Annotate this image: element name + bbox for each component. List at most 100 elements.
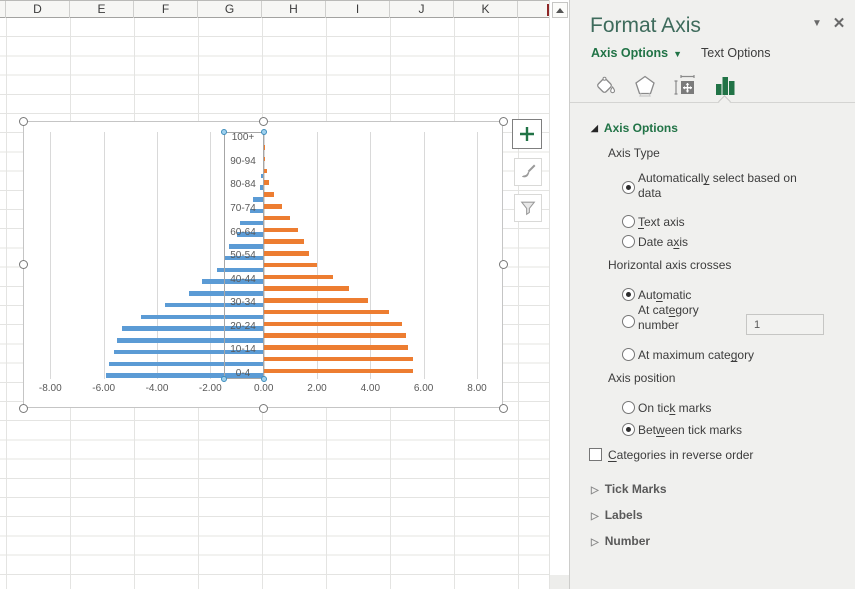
section-axis-options[interactable]: ◢ Axis Options (591, 121, 678, 135)
chart-elements-button[interactable] (512, 119, 542, 149)
chart-filters-funnel-icon (520, 201, 536, 216)
chart-selection-handle[interactable] (18, 260, 28, 269)
radio-at-category-number[interactable] (622, 315, 635, 328)
close-icon[interactable]: ✕ (830, 14, 848, 32)
column-header-J[interactable]: J (390, 1, 454, 18)
column-header-K[interactable]: K (454, 1, 518, 18)
radio-date-axis[interactable] (622, 235, 635, 248)
collapse-caret-icon[interactable]: ▼ (808, 18, 826, 34)
axis-position-label: Axis position (608, 371, 676, 385)
chart-selection-handle[interactable] (258, 116, 268, 126)
radio-auto-select-label: Automatically select based on data (638, 171, 797, 200)
column-header-D[interactable]: D (6, 1, 70, 18)
section-number[interactable]: ▷ Number (591, 534, 650, 548)
bar-series-orange[interactable] (263, 239, 304, 244)
chart-styles-button[interactable] (514, 158, 542, 186)
paint-bucket-icon (597, 76, 616, 94)
chart-selection-handle[interactable] (498, 260, 508, 269)
category-axis-label: 60-64 (230, 226, 256, 238)
bar-series-orange[interactable] (263, 168, 268, 174)
bar-series-orange[interactable] (263, 262, 317, 268)
category-axis-label: 20-24 (230, 320, 256, 332)
bar-series-orange[interactable] (263, 368, 413, 374)
collapsed-triangle-icon[interactable]: ▷ (591, 485, 599, 496)
bar-series-orange[interactable] (263, 356, 413, 362)
format-axis-pane: Format Axis ▼ ✕ Axis Options ▼ Text Optio… (569, 0, 855, 589)
bar-series-orange[interactable] (263, 192, 275, 197)
section-labels[interactable]: ▷ Labels (591, 508, 643, 522)
chart-selection-handle[interactable] (258, 403, 268, 413)
pane-title: Format Axis (590, 14, 701, 37)
category-axis-label: 70-74 (230, 203, 256, 214)
chevron-down-icon[interactable]: ▼ (673, 49, 682, 59)
chart-gridline (423, 132, 425, 379)
bar-series-orange[interactable] (263, 274, 333, 279)
effects-icon[interactable] (629, 70, 661, 102)
category-axis-label: 30-34 (230, 297, 256, 308)
vertical-scrollbar[interactable] (549, 0, 570, 589)
chart-selection-handle[interactable] (498, 116, 508, 126)
value-axis-label: -8.00 (38, 383, 62, 394)
chart-selection-handle[interactable] (498, 403, 508, 413)
chart-selection-handle[interactable] (18, 116, 28, 126)
chart-gridline (317, 132, 318, 379)
collapsed-triangle-icon[interactable]: ▷ (591, 537, 599, 548)
excel-window: DEFGHIJK -8.00 -6.00 -4.00 -2.00 0.00 2.00 4.0… (0, 0, 855, 589)
size-properties-icon[interactable] (669, 70, 701, 102)
chart-gridline (477, 132, 478, 379)
bar-series-orange[interactable] (263, 333, 407, 338)
bar-series-orange[interactable] (263, 251, 309, 256)
bar-series-orange[interactable] (263, 321, 403, 327)
category-number-input[interactable] (746, 314, 824, 335)
column-header-G[interactable]: G (198, 1, 262, 18)
column-header-E[interactable]: E (70, 1, 134, 18)
pentagon-icon (635, 75, 655, 97)
radio-on-tick-marks[interactable] (622, 401, 635, 414)
collapsed-triangle-icon[interactable]: ▷ (591, 511, 599, 522)
radio-text-axis[interactable] (622, 215, 635, 228)
chart-filters-button[interactable] (514, 194, 542, 222)
axis-selection-handle[interactable] (260, 129, 267, 135)
bar-series-orange[interactable] (263, 345, 408, 350)
axis-selection-handle[interactable] (260, 376, 267, 382)
value-axis-label: 4.00 (360, 383, 381, 394)
category-axis-label: 10-14 (230, 344, 256, 356)
value-axis-label: 2.00 (307, 383, 327, 394)
bar-series-orange[interactable] (263, 309, 389, 315)
value-axis-label: 8.00 (467, 383, 487, 394)
bar-series-orange[interactable] (263, 204, 283, 209)
radio-at-category-number-label: At category number (638, 303, 699, 332)
fill-line-icon[interactable] (589, 70, 621, 102)
bar-series-orange[interactable] (263, 215, 291, 221)
radio-between-tick-marks[interactable] (622, 423, 635, 436)
checkbox-categories-reverse[interactable] (589, 448, 602, 461)
section-tick-marks[interactable]: ▷ Tick Marks (591, 482, 667, 496)
population-pyramid-chart[interactable]: -8.00 -6.00 -4.00 -2.00 0.00 2.00 4.00 6.00 8.00… (23, 121, 503, 408)
bar-series-orange[interactable] (263, 227, 299, 232)
axis-selection-handle[interactable] (220, 129, 227, 135)
radio-automatic-label: Automatic (638, 288, 692, 302)
bar-series-orange[interactable] (263, 145, 265, 150)
axis-selection-handle[interactable] (220, 376, 227, 382)
scroll-up-button[interactable] (552, 2, 568, 18)
column-header-I[interactable]: I (326, 1, 390, 18)
bar-series-orange[interactable] (263, 298, 368, 303)
scrollbar-bottom-area[interactable] (550, 575, 570, 589)
category-axis-label: 100+ (231, 132, 255, 144)
radio-at-maximum-category[interactable] (622, 348, 635, 361)
bar-series-orange[interactable] (263, 286, 349, 291)
column-header-H[interactable]: H (262, 1, 326, 18)
value-axis-label: -4.00 (145, 383, 169, 394)
radio-text-axis-label: Text axis (638, 215, 685, 229)
expanded-triangle-icon[interactable]: ◢ (591, 123, 598, 133)
chart-selection-handle[interactable] (18, 403, 28, 413)
tab-text-options[interactable]: Text Options (701, 46, 770, 60)
radio-auto-select[interactable] (622, 181, 635, 194)
column-header-row: DEFGHIJK (0, 0, 549, 18)
column-header-F[interactable]: F (134, 1, 198, 18)
radio-date-axis-label: Date axis (638, 235, 689, 249)
value-axis-label: 6.00 (413, 383, 434, 394)
radio-automatic[interactable] (622, 288, 635, 301)
scroll-up-icon (556, 8, 564, 13)
tab-axis-options[interactable]: Axis Options ▼ (591, 46, 682, 60)
